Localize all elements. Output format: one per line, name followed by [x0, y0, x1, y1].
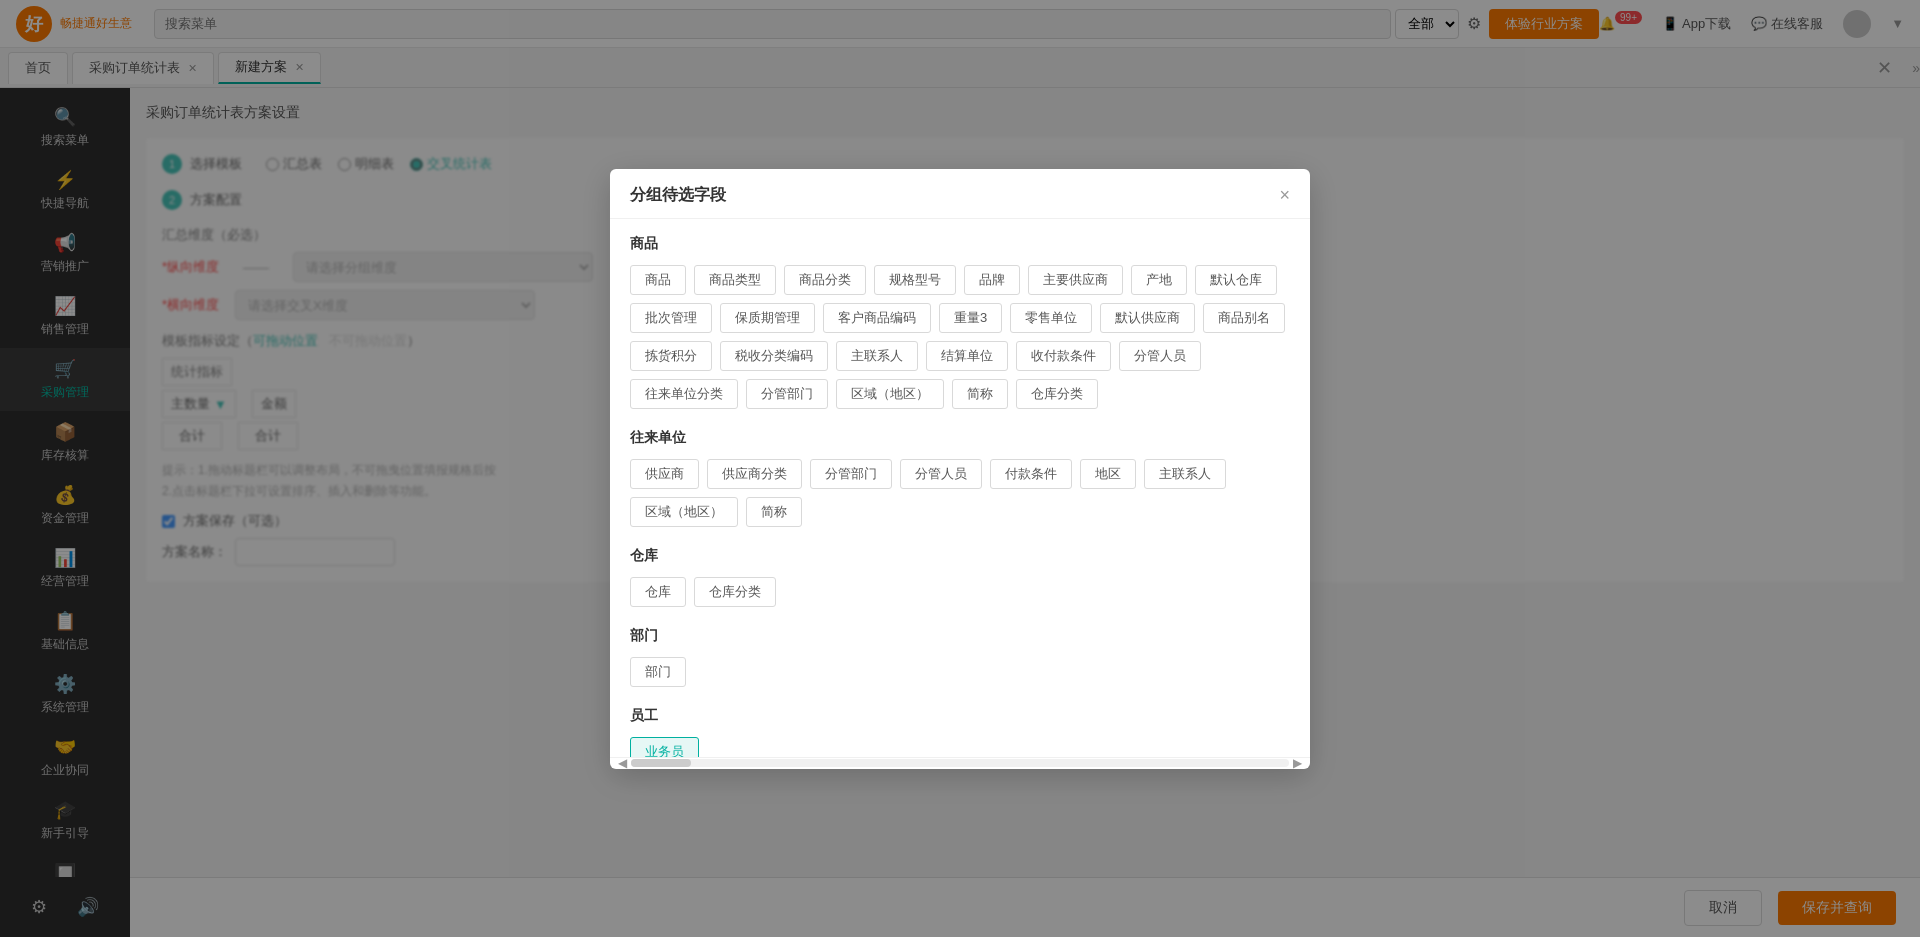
section-department: 部门 部门 [630, 627, 1290, 687]
tag-dept-managed2[interactable]: 分管部门 [810, 459, 892, 489]
tag-warehouse-category[interactable]: 仓库分类 [694, 577, 776, 607]
section-employee-title: 员工 [630, 707, 1290, 725]
tag-department[interactable]: 部门 [630, 657, 686, 687]
tag-shelf-life[interactable]: 保质期管理 [720, 303, 815, 333]
tag-supplier-category[interactable]: 供应商分类 [707, 459, 802, 489]
tag-supplier[interactable]: 供应商 [630, 459, 699, 489]
tag-region-area2[interactable]: 区域（地区） [630, 497, 738, 527]
tag-customer-code[interactable]: 客户商品编码 [823, 303, 931, 333]
section-counterpart-tags: 供应商 供应商分类 分管部门 分管人员 付款条件 地区 主联系人 区域（地区） … [630, 459, 1290, 527]
tag-batch-mgmt[interactable]: 批次管理 [630, 303, 712, 333]
hscroll-right-arrow[interactable]: ▶ [1289, 756, 1306, 770]
tag-goods-type[interactable]: 商品类型 [694, 265, 776, 295]
modal-body: 商品 商品 商品类型 商品分类 规格型号 品牌 主要供应商 产地 默认仓库 批次… [610, 219, 1310, 757]
tag-goods[interactable]: 商品 [630, 265, 686, 295]
tag-short-name2[interactable]: 简称 [746, 497, 802, 527]
tag-main-contact[interactable]: 主联系人 [836, 341, 918, 371]
tag-origin[interactable]: 产地 [1131, 265, 1187, 295]
tag-payment-terms[interactable]: 收付款条件 [1016, 341, 1111, 371]
section-warehouse-title: 仓库 [630, 547, 1290, 565]
modal-horizontal-scrollbar[interactable]: ◀ ▶ [610, 757, 1310, 769]
tag-payment-terms2[interactable]: 付款条件 [990, 459, 1072, 489]
tag-salesperson[interactable]: 业务员 [630, 737, 699, 757]
tag-brand[interactable]: 品牌 [964, 265, 1020, 295]
tag-region2[interactable]: 地区 [1080, 459, 1136, 489]
tag-counterpart-category[interactable]: 往来单位分类 [630, 379, 738, 409]
section-department-title: 部门 [630, 627, 1290, 645]
section-counterpart-title: 往来单位 [630, 429, 1290, 447]
hscroll-thumb[interactable] [631, 759, 691, 767]
tag-settlement-unit[interactable]: 结算单位 [926, 341, 1008, 371]
modal-header: 分组待选字段 × [610, 169, 1310, 219]
section-employee: 员工 业务员 [630, 707, 1290, 757]
tag-tax-code[interactable]: 税收分类编码 [720, 341, 828, 371]
tag-goods-category[interactable]: 商品分类 [784, 265, 866, 295]
hscroll-left-arrow[interactable]: ◀ [614, 756, 631, 770]
tag-spec-model[interactable]: 规格型号 [874, 265, 956, 295]
tag-warehouse[interactable]: 仓库 [630, 577, 686, 607]
tag-goods-alias[interactable]: 商品别名 [1203, 303, 1285, 333]
tag-weight3[interactable]: 重量3 [939, 303, 1002, 333]
section-warehouse: 仓库 仓库 仓库分类 [630, 547, 1290, 607]
tag-supervisor[interactable]: 分管人员 [1119, 341, 1201, 371]
modal-overlay[interactable]: 分组待选字段 × 商品 商品 商品类型 商品分类 规格型号 品牌 主要供应商 产… [0, 0, 1920, 937]
section-employee-tags: 业务员 [630, 737, 1290, 757]
field-selection-modal: 分组待选字段 × 商品 商品 商品类型 商品分类 规格型号 品牌 主要供应商 产… [610, 169, 1310, 769]
modal-title: 分组待选字段 [630, 185, 726, 206]
section-goods: 商品 商品 商品类型 商品分类 规格型号 品牌 主要供应商 产地 默认仓库 批次… [630, 235, 1290, 409]
tag-short-name-goods[interactable]: 简称 [952, 379, 1008, 409]
tag-pick-points[interactable]: 拣货积分 [630, 341, 712, 371]
tag-main-contact2[interactable]: 主联系人 [1144, 459, 1226, 489]
tag-default-supplier[interactable]: 默认供应商 [1100, 303, 1195, 333]
tag-warehouse-category-goods[interactable]: 仓库分类 [1016, 379, 1098, 409]
tag-retail-unit[interactable]: 零售单位 [1010, 303, 1092, 333]
section-warehouse-tags: 仓库 仓库分类 [630, 577, 1290, 607]
tag-supervisor2[interactable]: 分管人员 [900, 459, 982, 489]
section-counterpart: 往来单位 供应商 供应商分类 分管部门 分管人员 付款条件 地区 主联系人 区域… [630, 429, 1290, 527]
section-goods-title: 商品 [630, 235, 1290, 253]
section-department-tags: 部门 [630, 657, 1290, 687]
tag-region-goods[interactable]: 区域（地区） [836, 379, 944, 409]
tag-main-supplier[interactable]: 主要供应商 [1028, 265, 1123, 295]
tag-dept-managed[interactable]: 分管部门 [746, 379, 828, 409]
hscroll-track [631, 759, 1289, 767]
section-goods-tags: 商品 商品类型 商品分类 规格型号 品牌 主要供应商 产地 默认仓库 批次管理 … [630, 265, 1290, 409]
tag-default-warehouse[interactable]: 默认仓库 [1195, 265, 1277, 295]
modal-close-button[interactable]: × [1279, 185, 1290, 206]
